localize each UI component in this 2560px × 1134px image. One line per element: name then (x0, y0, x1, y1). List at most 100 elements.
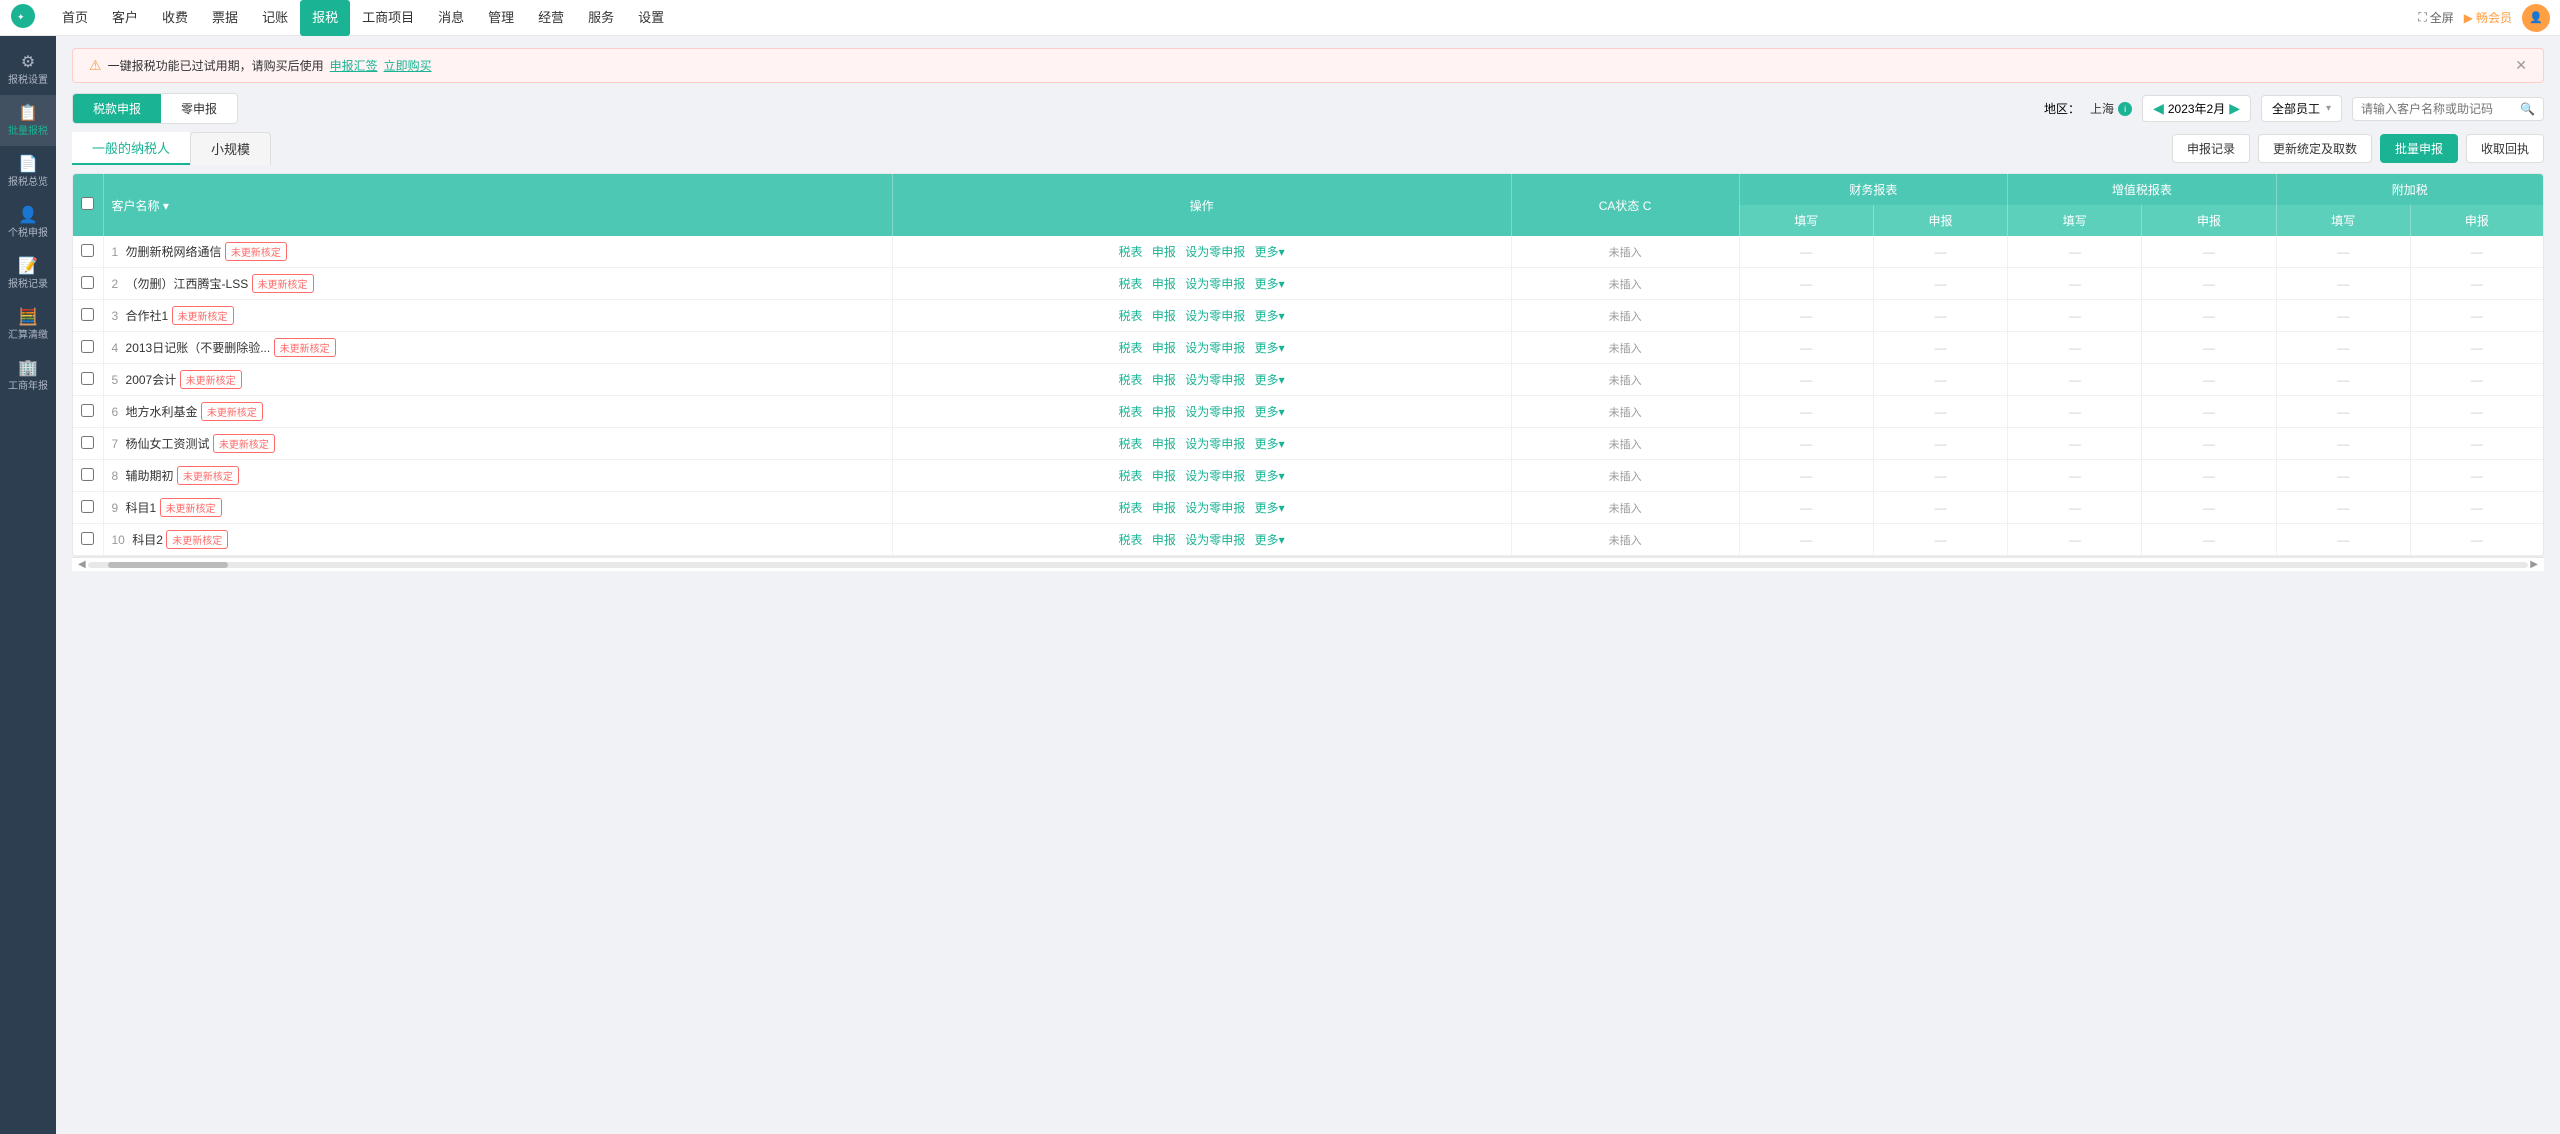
row-checkbox-5[interactable] (81, 404, 94, 417)
nav-service[interactable]: 服务 (576, 0, 626, 36)
row-checkbox-9[interactable] (81, 532, 94, 545)
select-all-checkbox[interactable] (81, 197, 94, 210)
date-navigator: ◀ 2023年2月 ▶ (2142, 95, 2251, 122)
customer-name-text-6: 杨仙女工资测试 (126, 437, 210, 451)
nav-fee[interactable]: 收费 (150, 0, 200, 36)
nav-message[interactable]: 消息 (426, 0, 476, 36)
action-declare-7[interactable]: 申报 (1152, 469, 1176, 483)
date-next-button[interactable]: ▶ (2229, 100, 2240, 117)
action-zerodeclare-5[interactable]: 设为零申报 (1185, 405, 1245, 419)
date-prev-button[interactable]: ◀ (2153, 100, 2164, 117)
nav-settings[interactable]: 设置 (626, 0, 676, 36)
action-more-6[interactable]: 更多▾ (1255, 437, 1285, 451)
scroll-thumb[interactable] (108, 562, 228, 568)
action-more-4[interactable]: 更多▾ (1255, 373, 1285, 387)
action-declare-5[interactable]: 申报 (1152, 405, 1176, 419)
sidebar-item-tax-record[interactable]: 📝 报税记录 (0, 248, 56, 299)
action-more-3[interactable]: 更多▾ (1255, 341, 1285, 355)
fullscreen-button[interactable]: ⛶ 全屏 (2418, 9, 2453, 26)
staff-selector[interactable]: 全部员工 ▾ (2261, 95, 2342, 122)
nav-business[interactable]: 工商项目 (350, 0, 426, 36)
action-declare-2[interactable]: 申报 (1152, 309, 1176, 323)
action-zerodeclare-9[interactable]: 设为零申报 (1185, 533, 1245, 547)
row-checkbox-8[interactable] (81, 500, 94, 513)
row-checkbox-2[interactable] (81, 308, 94, 321)
row-checkbox-0[interactable] (81, 244, 94, 257)
nav-home[interactable]: 首页 (50, 0, 100, 36)
nav-tax[interactable]: 报税 (300, 0, 350, 36)
action-zerodeclare-7[interactable]: 设为零申报 (1185, 469, 1245, 483)
action-declare-1[interactable]: 申报 (1152, 277, 1176, 291)
update-fetch-button[interactable]: 更新统定及取数 (2258, 134, 2372, 163)
action-zerodeclare-4[interactable]: 设为零申报 (1185, 373, 1245, 387)
action-taxform-3[interactable]: 税表 (1119, 341, 1143, 355)
action-more-8[interactable]: 更多▾ (1255, 501, 1285, 515)
action-taxform-1[interactable]: 税表 (1119, 277, 1143, 291)
action-zerodeclare-6[interactable]: 设为零申报 (1185, 437, 1245, 451)
sidebar-item-personal-tax[interactable]: 👤 个税申报 (0, 197, 56, 248)
action-declare-0[interactable]: 申报 (1152, 245, 1176, 259)
action-declare-9[interactable]: 申报 (1152, 533, 1176, 547)
scroll-right-button[interactable]: ▶ (2528, 559, 2540, 570)
region-info-icon[interactable]: i (2118, 102, 2132, 116)
sidebar-item-annual-report[interactable]: 🏢 工商年报 (0, 350, 56, 401)
sidebar-item-tax-settings[interactable]: ⚙ 报税设置 (0, 44, 56, 95)
action-more-9[interactable]: 更多▾ (1255, 533, 1285, 547)
action-zerodeclare-1[interactable]: 设为零申报 (1185, 277, 1245, 291)
action-zerodeclare-2[interactable]: 设为零申报 (1185, 309, 1245, 323)
scroll-track[interactable] (88, 562, 2529, 568)
alert-close-button[interactable]: ✕ (2515, 57, 2527, 74)
search-icon[interactable]: 🔍 (2520, 102, 2535, 116)
nav-bookkeeping[interactable]: 记账 (250, 0, 300, 36)
sidebar-item-batch-tax[interactable]: 📋 批量报税 (0, 95, 56, 146)
upgrade-button[interactable]: ▶ 畅会员 (2464, 9, 2512, 26)
action-taxform-4[interactable]: 税表 (1119, 373, 1143, 387)
search-input[interactable] (2361, 102, 2516, 116)
collect-back-button[interactable]: 收取回执 (2466, 134, 2544, 163)
row-checkbox-6[interactable] (81, 436, 94, 449)
action-more-1[interactable]: 更多▾ (1255, 277, 1285, 291)
nav-operation[interactable]: 经营 (526, 0, 576, 36)
th-checkbox (73, 174, 103, 236)
action-zerodeclare-3[interactable]: 设为零申报 (1185, 341, 1245, 355)
action-declare-4[interactable]: 申报 (1152, 373, 1176, 387)
ca-status-text-1: 未插入 (1609, 279, 1642, 291)
action-zerodeclare-0[interactable]: 设为零申报 (1185, 245, 1245, 259)
row-checkbox-3[interactable] (81, 340, 94, 353)
action-more-5[interactable]: 更多▾ (1255, 405, 1285, 419)
alert-link-buy[interactable]: 立即购买 (384, 57, 432, 74)
action-taxform-5[interactable]: 税表 (1119, 405, 1143, 419)
row-checkbox-4[interactable] (81, 372, 94, 385)
action-more-0[interactable]: 更多▾ (1255, 245, 1285, 259)
avatar[interactable]: 👤 (2522, 4, 2550, 32)
tab-zero-declare[interactable]: 零申报 (161, 94, 237, 123)
action-taxform-6[interactable]: 税表 (1119, 437, 1143, 451)
action-more-2[interactable]: 更多▾ (1255, 309, 1285, 323)
row-checkbox-cell (73, 332, 103, 364)
action-declare-8[interactable]: 申报 (1152, 501, 1176, 515)
sub-tab-small[interactable]: 小规模 (190, 132, 271, 165)
tab-tax-declare[interactable]: 税款申报 (73, 94, 161, 123)
alert-link-declare[interactable]: 申报汇签 (330, 57, 378, 74)
action-more-7[interactable]: 更多▾ (1255, 469, 1285, 483)
row-checkbox-7[interactable] (81, 468, 94, 481)
sub-tab-general[interactable]: 一般的纳税人 (72, 132, 190, 165)
action-taxform-2[interactable]: 税表 (1119, 309, 1143, 323)
nav-manage[interactable]: 管理 (476, 0, 526, 36)
sidebar-item-tax-overview[interactable]: 📄 报税总览 (0, 146, 56, 197)
action-taxform-9[interactable]: 税表 (1119, 533, 1143, 547)
batch-declare-button[interactable]: 批量申报 (2380, 134, 2458, 163)
action-declare-3[interactable]: 申报 (1152, 341, 1176, 355)
action-taxform-8[interactable]: 税表 (1119, 501, 1143, 515)
action-taxform-0[interactable]: 税表 (1119, 245, 1143, 259)
sidebar-item-annual-calc[interactable]: 🧮 汇算清缴 (0, 299, 56, 350)
nav-invoice[interactable]: 票据 (200, 0, 250, 36)
action-declare-6[interactable]: 申报 (1152, 437, 1176, 451)
scroll-left-button[interactable]: ◀ (76, 559, 88, 570)
declare-record-button[interactable]: 申报记录 (2172, 134, 2250, 163)
action-taxform-7[interactable]: 税表 (1119, 469, 1143, 483)
action-zerodeclare-8[interactable]: 设为零申报 (1185, 501, 1245, 515)
sort-icon[interactable]: ▾ (163, 199, 169, 213)
nav-client[interactable]: 客户 (100, 0, 150, 36)
row-checkbox-1[interactable] (81, 276, 94, 289)
